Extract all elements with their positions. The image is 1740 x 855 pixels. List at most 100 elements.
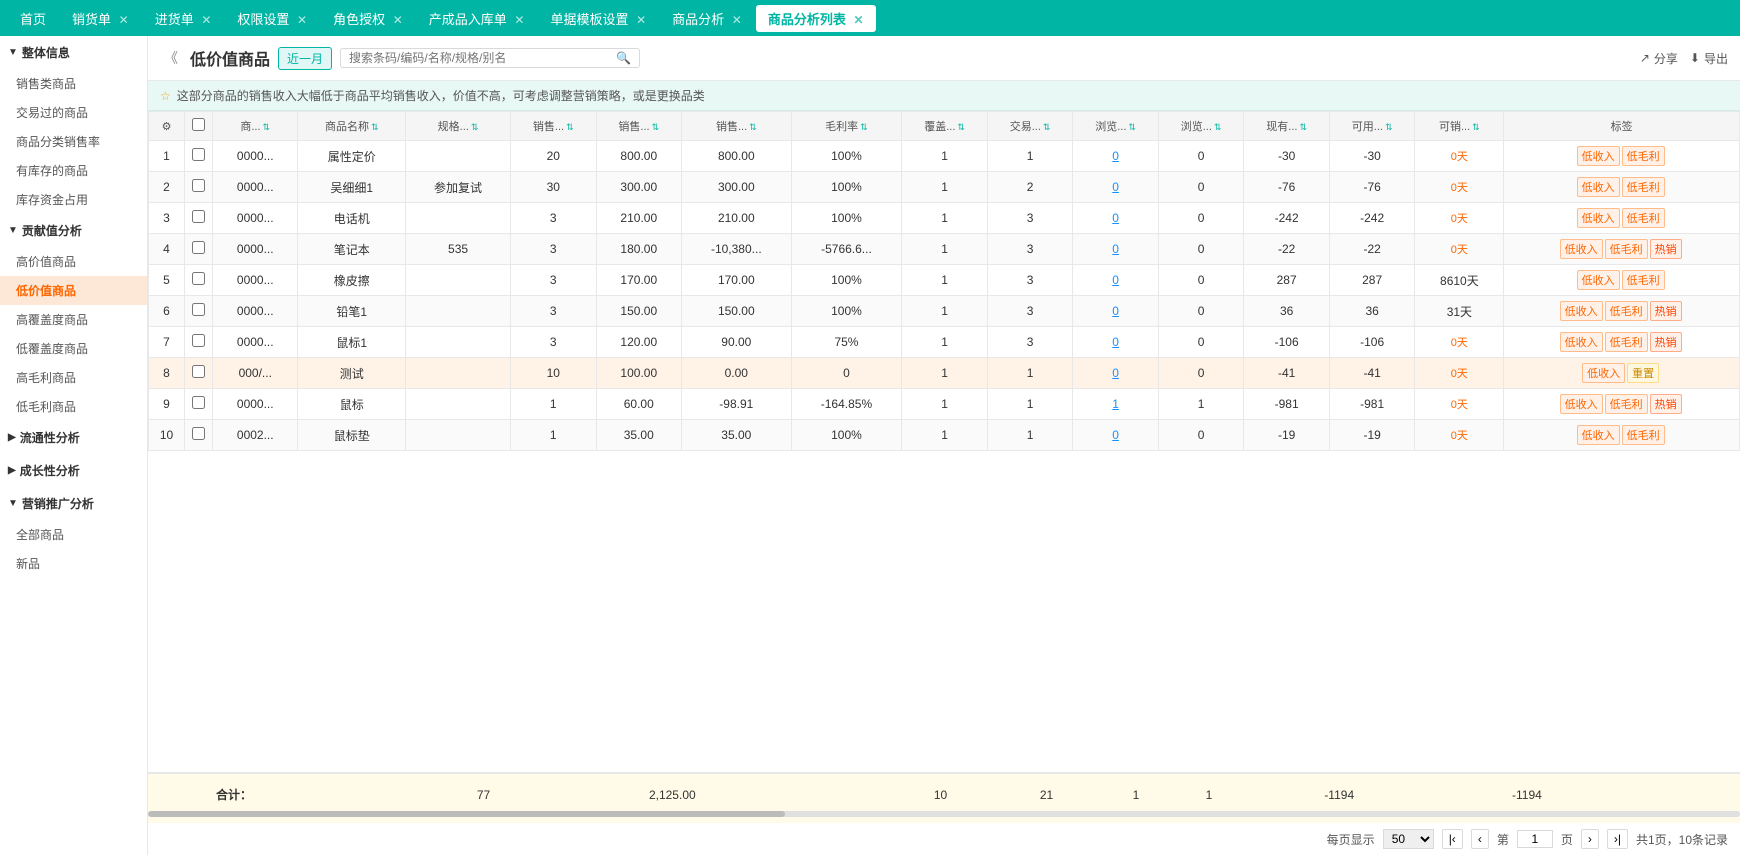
th-available-stock[interactable]: 可用...⇅	[1329, 112, 1415, 141]
tag-badge: 低毛利	[1605, 394, 1648, 414]
sidebar-group-overall[interactable]: ▼ 整体信息	[0, 36, 147, 69]
row-checkbox[interactable]	[185, 358, 213, 389]
th-sales-amount[interactable]: 销售...⇅	[596, 112, 682, 141]
th-browse2[interactable]: 浏览...⇅	[1158, 112, 1244, 141]
sidebar-item-low-coverage[interactable]: 低覆盖度商品	[0, 334, 147, 363]
search-input[interactable]	[349, 51, 612, 65]
nav-analysis-list[interactable]: 商品分析列表 ✕	[756, 5, 876, 32]
filter-month-button[interactable]: 近一月	[278, 47, 332, 70]
th-margin[interactable]: 毛利率⇅	[791, 112, 902, 141]
table-container[interactable]: ⚙ 商...⇅ 商品名称⇅ 规格...⇅ 销售...⇅ 销售...⇅ 销售...…	[148, 111, 1740, 772]
nav-product-inbound[interactable]: 产成品入库单 ✕	[417, 5, 537, 32]
sidebar-item-all-products[interactable]: 全部商品	[0, 520, 147, 549]
sidebar-item-high-coverage[interactable]: 高覆盖度商品	[0, 305, 147, 334]
row-checkbox-input[interactable]	[192, 303, 205, 316]
th-sales-qty[interactable]: 销售...⇅	[511, 112, 597, 141]
th-current-stock[interactable]: 现有...⇅	[1244, 112, 1330, 141]
row-checkbox-input[interactable]	[192, 210, 205, 223]
sidebar-item-sales-products[interactable]: 销售类商品	[0, 69, 147, 98]
row-checkbox-input[interactable]	[192, 272, 205, 285]
last-page-button[interactable]: ›|	[1607, 829, 1628, 849]
row-checkbox[interactable]	[185, 141, 213, 172]
sidebar-group-circulation[interactable]: ▶ 流通性分析	[0, 421, 147, 454]
first-page-button[interactable]: |‹	[1442, 829, 1463, 849]
close-sales-icon[interactable]: ✕	[119, 13, 129, 27]
row-code: 0000...	[213, 203, 298, 234]
th-name[interactable]: 商品名称⇅	[298, 112, 406, 141]
row-checkbox[interactable]	[185, 389, 213, 420]
sidebar-item-low-margin[interactable]: 低毛利商品	[0, 392, 147, 421]
row-checkbox-input[interactable]	[192, 334, 205, 347]
share-button[interactable]: ↗ 分享	[1640, 50, 1678, 67]
sidebar-group-growth[interactable]: ▶ 成长性分析	[0, 454, 147, 487]
row-checkbox-input[interactable]	[192, 148, 205, 161]
close-list-icon[interactable]: ✕	[853, 13, 863, 27]
browse-link[interactable]: 0	[1112, 366, 1119, 380]
sidebar-item-low-value[interactable]: 低价值商品	[0, 276, 147, 305]
next-page-button[interactable]: ›	[1581, 829, 1599, 849]
nav-template-settings[interactable]: 单据模板设置 ✕	[538, 5, 658, 32]
row-checkbox-input[interactable]	[192, 179, 205, 192]
th-sellable-stock[interactable]: 可销...⇅	[1415, 112, 1504, 141]
browse-link[interactable]: 0	[1112, 242, 1119, 256]
browse-link[interactable]: 1	[1112, 397, 1119, 411]
search-icon[interactable]: 🔍	[616, 51, 631, 65]
sidebar-item-traded-products[interactable]: 交易过的商品	[0, 98, 147, 127]
close-template-icon[interactable]: ✕	[636, 13, 646, 27]
sidebar-group-marketing[interactable]: ▼ 营销推广分析	[0, 487, 147, 520]
browse-link[interactable]: 0	[1112, 149, 1119, 163]
close-analysis-icon[interactable]: ✕	[732, 13, 742, 27]
sidebar-item-stock-funds[interactable]: 库存资金占用	[0, 185, 147, 214]
close-role-icon[interactable]: ✕	[393, 13, 403, 27]
browse-link[interactable]: 0	[1112, 211, 1119, 225]
row-checkbox[interactable]	[185, 327, 213, 358]
th-coverage[interactable]: 覆盖...⇅	[902, 112, 988, 141]
row-checkbox[interactable]	[185, 203, 213, 234]
close-purchase-icon[interactable]: ✕	[201, 13, 211, 27]
prev-page-button[interactable]: ‹	[1471, 829, 1489, 849]
browse-link[interactable]: 0	[1112, 273, 1119, 287]
tag-badge: 热销	[1650, 332, 1682, 352]
browse-link[interactable]: 0	[1112, 335, 1119, 349]
row-checkbox[interactable]	[185, 172, 213, 203]
page-size-select[interactable]: 50 100 200	[1383, 829, 1434, 849]
th-code[interactable]: 商...⇅	[213, 112, 298, 141]
row-checkbox-input[interactable]	[192, 241, 205, 254]
th-spec[interactable]: 规格...⇅	[406, 112, 511, 141]
th-sales-profit[interactable]: 销售...⇅	[682, 112, 792, 141]
row-checkbox-input[interactable]	[192, 365, 205, 378]
sidebar-item-stock-products[interactable]: 有库存的商品	[0, 156, 147, 185]
tip-icon: ☆	[160, 89, 171, 103]
browse-link[interactable]: 0	[1112, 180, 1119, 194]
collapse-button[interactable]: 《	[160, 44, 182, 72]
nav-home[interactable]: 首页	[8, 5, 58, 32]
row-checkbox[interactable]	[185, 420, 213, 451]
sidebar-item-high-margin[interactable]: 高毛利商品	[0, 363, 147, 392]
close-permissions-icon[interactable]: ✕	[297, 13, 307, 27]
sidebar-item-category-sales-rate[interactable]: 商品分类销售率	[0, 127, 147, 156]
row-checkbox[interactable]	[185, 234, 213, 265]
settings-column-header[interactable]: ⚙	[149, 112, 185, 141]
row-col11: 0	[1073, 141, 1159, 172]
close-inbound-icon[interactable]: ✕	[514, 13, 524, 27]
nav-role-auth[interactable]: 角色授权 ✕	[321, 5, 415, 32]
sidebar-item-high-value[interactable]: 高价值商品	[0, 247, 147, 276]
nav-permissions[interactable]: 权限设置 ✕	[225, 5, 319, 32]
nav-product-analysis[interactable]: 商品分析 ✕	[660, 5, 754, 32]
sidebar-item-new-products[interactable]: 新品	[0, 549, 147, 578]
sidebar-group-contribution[interactable]: ▼ 贡献值分析	[0, 214, 147, 247]
th-transaction[interactable]: 交易...⇅	[987, 112, 1073, 141]
browse-link[interactable]: 0	[1112, 428, 1119, 442]
nav-purchase-order[interactable]: 进货单 ✕	[143, 5, 224, 32]
select-all-checkbox[interactable]	[192, 118, 205, 131]
row-checkbox[interactable]	[185, 265, 213, 296]
th-browse1[interactable]: 浏览...⇅	[1073, 112, 1159, 141]
row-checkbox-input[interactable]	[192, 396, 205, 409]
row-checkbox-input[interactable]	[192, 427, 205, 440]
browse-link[interactable]: 0	[1112, 304, 1119, 318]
row-code: 0000...	[213, 172, 298, 203]
export-button[interactable]: ⬇ 导出	[1690, 50, 1728, 67]
page-number-input[interactable]	[1517, 830, 1553, 848]
row-checkbox[interactable]	[185, 296, 213, 327]
nav-sales-order[interactable]: 销货单 ✕	[60, 5, 141, 32]
